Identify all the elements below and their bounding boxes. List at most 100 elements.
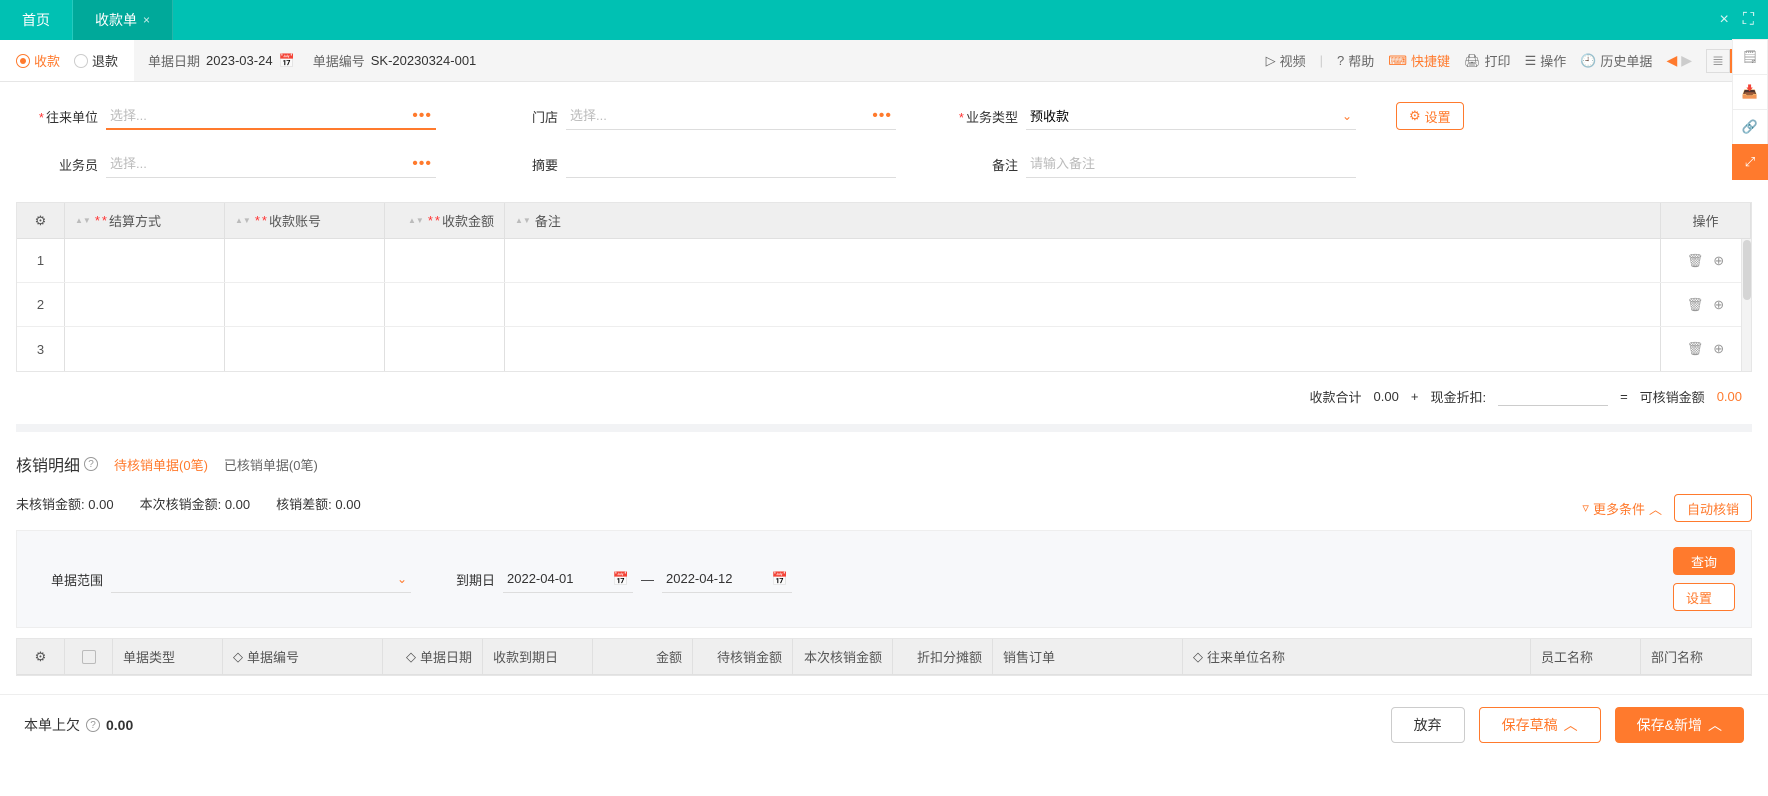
writeoff-section: 核销明细 ? 待核销单据(0笔) 已核销单据(0笔) 未核销金额: 0.00 本… [16,424,1752,676]
partner-label: 往来单位 [16,107,98,126]
range-select[interactable]: ⌄ [111,565,411,593]
app-tabbar: 首页 收款单 × × ⛶ [0,0,1768,40]
history-link[interactable]: 🕘历史单据 [1580,51,1652,70]
sum-value: 0.00 [1374,389,1399,404]
col-amt-label: 收款金额 [442,211,494,230]
summary-input[interactable] [566,150,896,178]
calendar-icon: 📅 [772,571,788,587]
close-icon[interactable]: × [1719,11,1728,29]
range-label: 单据范围 [33,570,103,589]
col-type: 单据类型 [113,639,223,674]
col-discount: 折扣分摊额 [893,639,993,674]
writeoffable-value: 0.00 [1717,389,1742,404]
biztype-input[interactable] [1026,102,1356,130]
col-remark-label: 备注 [535,211,561,230]
sort-icon[interactable]: ◇ [406,649,416,665]
radio-dot-icon [16,54,30,68]
tab-pending[interactable]: 待核销单据(0笔) [114,455,208,474]
tab-receipt[interactable]: 收款单 × [73,0,173,40]
delete-icon[interactable]: 🗑 [1687,253,1704,269]
thiswriteoff-value: 0.00 [225,497,250,512]
col-due: 收款到期日 [483,639,593,674]
delete-icon[interactable]: 🗑 [1687,297,1704,313]
table-row[interactable]: 2 🗑⊕ [17,283,1751,327]
salesman-input[interactable] [106,150,436,178]
partner-input[interactable] [106,102,436,130]
gear-icon[interactable]: ⚙ [17,639,65,674]
select-all-checkbox[interactable] [82,650,96,664]
date-from-input[interactable]: 2022-04-01📅 [503,565,633,593]
chevron-up-icon: ︿ [1708,715,1722,735]
mode-receive-radio[interactable]: 收款 [16,51,60,70]
more-icon[interactable]: ••• [412,155,432,173]
radio-dot-icon [74,54,88,68]
dock-expand-icon[interactable]: ⤢ [1732,144,1768,180]
calendar-icon[interactable]: 📅 [279,53,295,69]
dock-note-icon[interactable]: 🗒 [1732,39,1768,75]
doc-date-value[interactable]: 2023-03-24 [206,53,273,68]
date-to-input[interactable]: 2022-04-12📅 [662,565,792,593]
view-list-icon[interactable]: ≣ [1706,49,1730,73]
col-settle-label: 结算方式 [109,211,161,230]
operate-link[interactable]: ☰操作 [1525,51,1567,70]
doc-no-label: 单据编号 [313,51,365,70]
save-new-button[interactable]: 保存&新增︿ [1615,707,1744,743]
more-icon[interactable]: ••• [412,107,432,125]
store-input[interactable] [566,102,896,130]
prev-doc-icon[interactable]: ◀ [1666,52,1677,69]
chevron-down-icon: ⌄ [397,572,407,586]
col-op-label: 操作 [1661,203,1751,238]
scrollbar[interactable] [1741,239,1751,371]
shortcut-link[interactable]: ⌨快捷键 [1388,51,1450,70]
mode-refund-radio[interactable]: 退款 [74,51,118,70]
add-row-icon[interactable]: ⊕ [1713,253,1724,269]
dock-link-icon[interactable]: 🔗 [1732,109,1768,145]
help-link[interactable]: ?帮助 [1337,51,1374,70]
due-label: 到期日 [435,570,495,589]
discard-button[interactable]: 放弃 [1391,707,1465,743]
col-date: 单据日期 [420,647,472,666]
sort-icon[interactable]: ▲▼ [235,218,251,224]
right-dock: 🗒 📥 🔗 ⤢ [1732,40,1768,180]
chevron-down-icon[interactable]: ⌄ [1342,109,1352,123]
query-button[interactable]: 查询 [1673,547,1735,575]
keyboard-icon: ⌨ [1388,53,1407,69]
biztype-label: 业务类型 [936,107,1018,126]
remark-input[interactable] [1026,150,1356,178]
print-link[interactable]: 🖨打印 [1464,51,1511,70]
close-icon[interactable]: × [143,13,150,27]
settlement-table: ⚙ ▲▼*结算方式 ▲▼*收款账号 ▲▼*收款金额 ▲▼备注 操作 1 🗑⊕ 2… [16,202,1752,372]
settings-button[interactable]: ⚙ 设置 [1396,102,1464,130]
cash-discount-input[interactable] [1498,386,1608,406]
sort-icon[interactable]: ▲▼ [515,218,531,224]
sort-icon[interactable]: ◇ [233,649,243,665]
sort-icon[interactable]: ▲▼ [75,218,91,224]
add-row-icon[interactable]: ⊕ [1713,297,1724,313]
info-icon[interactable]: ? [84,457,98,471]
fullscreen-icon[interactable]: ⛶ [1743,11,1754,29]
auto-writeoff-button[interactable]: 自动核销 [1674,494,1752,522]
sum-label: 收款合计 [1310,387,1362,406]
dock-inbox-icon[interactable]: 📥 [1732,74,1768,110]
table-row[interactable]: 3 🗑⊕ [17,327,1751,371]
more-icon[interactable]: ••• [872,107,892,125]
more-filter-toggle[interactable]: ▿ 更多条件 ︿ [1582,499,1662,518]
col-this: 本次核销金额 [793,639,893,674]
next-doc-icon[interactable]: ▶ [1681,52,1692,69]
tab-done[interactable]: 已核销单据(0笔) [224,455,318,474]
delete-icon[interactable]: 🗑 [1687,341,1704,357]
sort-icon[interactable]: ◇ [1193,649,1203,665]
table-row[interactable]: 1 🗑⊕ [17,239,1751,283]
save-draft-button[interactable]: 保存草稿︿ [1479,707,1601,743]
add-row-icon[interactable]: ⊕ [1713,341,1724,357]
tab-home[interactable]: 首页 [0,0,73,40]
video-link[interactable]: ▷视频 [1266,51,1306,70]
gear-icon[interactable]: ⚙ [17,203,65,238]
filter-icon: ▿ [1582,500,1589,516]
col-emp: 员工名称 [1531,639,1641,674]
info-icon[interactable]: ? [86,718,100,732]
sort-icon[interactable]: ▲▼ [408,218,424,224]
calendar-icon: 📅 [613,571,629,587]
filter-settings-button[interactable]: 设置 [1673,583,1735,611]
help-icon: ? [1337,53,1344,68]
